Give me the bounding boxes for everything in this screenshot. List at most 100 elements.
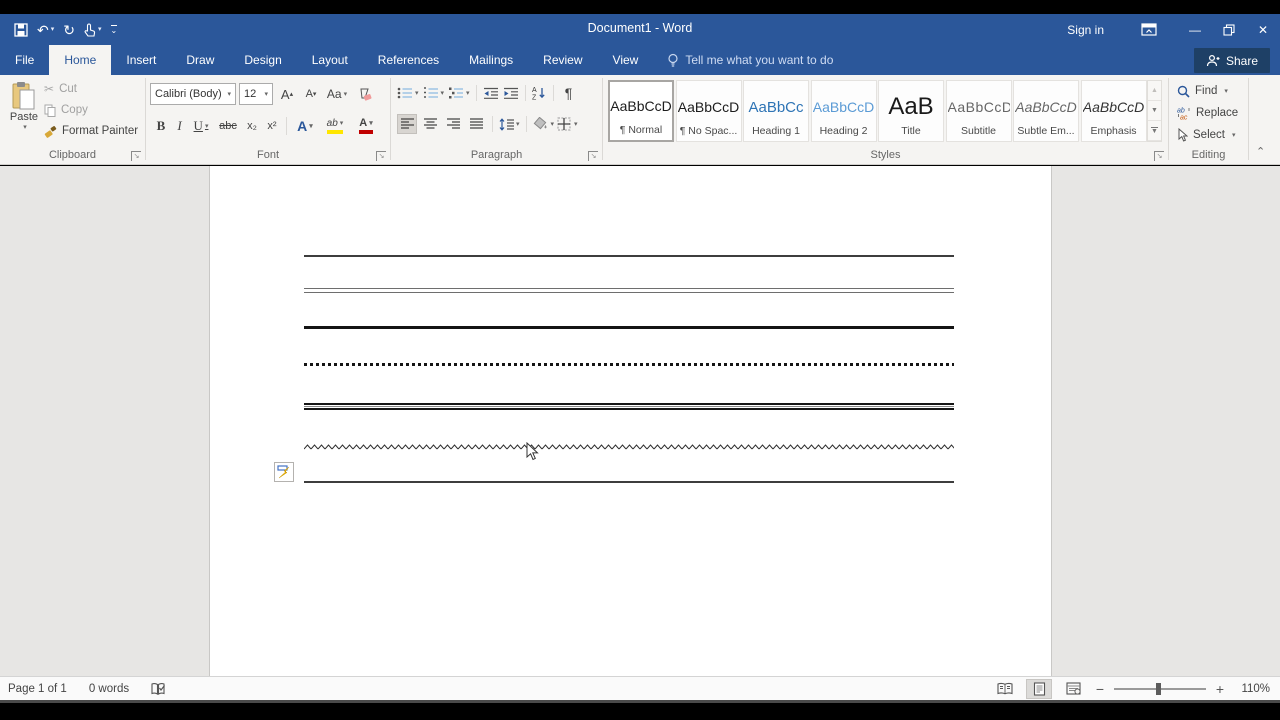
numbering-button[interactable]: ▾ (423, 86, 444, 100)
autocorrect-options-button[interactable] (274, 462, 294, 482)
subscript-button[interactable]: x₂ (243, 120, 261, 132)
select-dropdown-icon[interactable]: ▾ (1232, 131, 1236, 139)
format-painter-button[interactable]: Format Painter (44, 123, 138, 139)
superscript-glyph: x² (267, 120, 277, 132)
justify-button[interactable] (466, 114, 486, 134)
shading-button[interactable]: ▾ (533, 117, 554, 131)
styles-scroll-down-button[interactable]: ▼ (1148, 101, 1161, 121)
select-cursor-icon (1178, 128, 1188, 142)
ribbon-display-options-button[interactable] (1132, 14, 1166, 45)
page-indicator[interactable]: Page 1 of 1 (8, 683, 67, 695)
styles-more-button[interactable]: ▼ (1148, 121, 1161, 141)
web-layout-button[interactable] (1060, 679, 1086, 699)
restore-button[interactable] (1212, 14, 1246, 45)
paragraph-dialog-launcher[interactable]: ↘ (588, 151, 598, 161)
highlight-color-button[interactable]: ab ▾ (320, 118, 350, 134)
replace-button[interactable]: ab ac Replace (1177, 105, 1238, 121)
sort-button[interactable]: A Z (532, 86, 547, 100)
align-right-button[interactable] (443, 114, 463, 134)
close-button[interactable]: ✕ (1246, 14, 1280, 45)
select-button[interactable]: Select ▾ (1177, 127, 1238, 143)
zoom-out-button[interactable]: − (1094, 681, 1106, 697)
paste-button[interactable]: Paste ▾ (6, 81, 42, 155)
zoom-slider[interactable] (1114, 682, 1206, 695)
sign-in-link[interactable]: Sign in (1067, 23, 1104, 37)
word-count[interactable]: 0 words (89, 683, 129, 695)
document-area[interactable] (0, 166, 1280, 676)
shrink-font-button[interactable]: A ▾ (301, 88, 321, 100)
share-button[interactable]: Share (1193, 48, 1270, 73)
tab-view[interactable]: View (598, 45, 654, 75)
font-color-glyph: A (359, 117, 368, 129)
style-subtle-em-[interactable]: AaBbCcD Subtle Em... (1013, 80, 1079, 142)
copy-button[interactable]: Copy (44, 102, 138, 118)
underline-button[interactable]: U ▾ (189, 118, 213, 134)
text-effects-button[interactable]: A ▾ (292, 118, 318, 134)
tab-draw[interactable]: Draw (171, 45, 229, 75)
align-center-icon (423, 118, 437, 129)
style-heading-2[interactable]: AaBbCcD Heading 2 (810, 80, 877, 142)
tell-me-box[interactable]: Tell me what you want to do (653, 45, 833, 75)
paste-dropdown-icon[interactable]: ▾ (23, 123, 27, 131)
italic-button[interactable]: I (172, 118, 187, 134)
autocorrect-options-icon (277, 465, 290, 479)
zoom-slider-thumb[interactable] (1156, 682, 1161, 695)
pilcrow-glyph: ¶ (564, 85, 573, 101)
font-size-dropdown-icon[interactable]: ▾ (264, 90, 268, 98)
bullets-icon (397, 87, 412, 99)
font-dialog-launcher[interactable]: ↘ (376, 151, 386, 161)
clear-formatting-button[interactable] (353, 88, 375, 101)
tab-file[interactable]: File (0, 45, 49, 75)
font-size-combobox[interactable]: 12 ▾ (239, 83, 273, 105)
find-icon (1177, 85, 1190, 98)
tab-home[interactable]: Home (49, 45, 112, 75)
style--normal[interactable]: AaBbCcD ¶ Normal (608, 80, 674, 142)
decrease-indent-button[interactable] (483, 87, 499, 100)
multilevel-list-button[interactable]: ▾ (448, 86, 470, 100)
tab-mailings[interactable]: Mailings (454, 45, 528, 75)
style--no-spac-[interactable]: AaBbCcD ¶ No Spac... (675, 80, 742, 142)
superscript-button[interactable]: x² (263, 120, 281, 132)
minimize-button[interactable]: — (1178, 14, 1212, 45)
font-name-combobox[interactable]: Calibri (Body) ▾ (150, 83, 236, 105)
collapse-ribbon-button[interactable]: ⌃ (1256, 145, 1265, 158)
tab-references[interactable]: References (363, 45, 454, 75)
find-button[interactable]: Find ▾ (1177, 83, 1238, 99)
read-mode-button[interactable] (992, 679, 1018, 699)
highlight-color-bar (327, 129, 343, 134)
tab-layout[interactable]: Layout (297, 45, 363, 75)
style-emphasis[interactable]: AaBbCcD Emphasis (1080, 80, 1147, 142)
document-page[interactable] (209, 166, 1052, 676)
styles-scroll-up-button[interactable]: ▲ (1148, 81, 1161, 101)
zoom-in-button[interactable]: + (1214, 681, 1226, 697)
borders-button[interactable]: ▾ (557, 117, 578, 131)
ribbon: Paste ▾ ✂ Cut Copy Format Painter Clipbo… (0, 75, 1280, 165)
clipboard-dialog-launcher[interactable]: ↘ (131, 151, 141, 161)
tab-design[interactable]: Design (229, 45, 296, 75)
print-layout-button[interactable] (1026, 678, 1052, 699)
strikethrough-button[interactable]: abc (215, 120, 241, 132)
find-dropdown-icon[interactable]: ▾ (1224, 87, 1228, 95)
style-heading-1[interactable]: AaBbCc Heading 1 (743, 80, 809, 142)
show-hide-marks-button[interactable]: ¶ (560, 85, 578, 101)
tab-review[interactable]: Review (528, 45, 597, 75)
font-color-button[interactable]: A ▾ (352, 118, 380, 134)
style-title[interactable]: AaB Title (878, 80, 944, 142)
zoom-level[interactable]: 110% (1234, 683, 1270, 695)
font-group: Calibri (Body) ▾ 12 ▾ A ▴ A ▾ Aa ▾ B I U… (146, 75, 390, 165)
change-case-button[interactable]: Aa ▾ (324, 87, 350, 101)
bold-button[interactable]: B (152, 118, 170, 134)
bullets-button[interactable]: ▾ (397, 86, 419, 100)
align-center-button[interactable] (420, 114, 440, 134)
ribbon-display-options-icon (1141, 23, 1157, 36)
grow-font-button[interactable]: A ▴ (276, 87, 298, 102)
align-left-button[interactable] (397, 114, 417, 134)
increase-indent-button[interactable] (503, 87, 519, 100)
font-name-dropdown-icon[interactable]: ▾ (227, 90, 231, 98)
styles-dialog-launcher[interactable]: ↘ (1154, 151, 1164, 161)
style-subtitle[interactable]: AaBbCcD Subtitle (945, 80, 1012, 142)
tab-insert[interactable]: Insert (111, 45, 171, 75)
line-spacing-button[interactable]: ▾ (499, 117, 520, 131)
proofing-status-button[interactable] (151, 682, 166, 696)
cut-button[interactable]: ✂ Cut (44, 81, 138, 97)
